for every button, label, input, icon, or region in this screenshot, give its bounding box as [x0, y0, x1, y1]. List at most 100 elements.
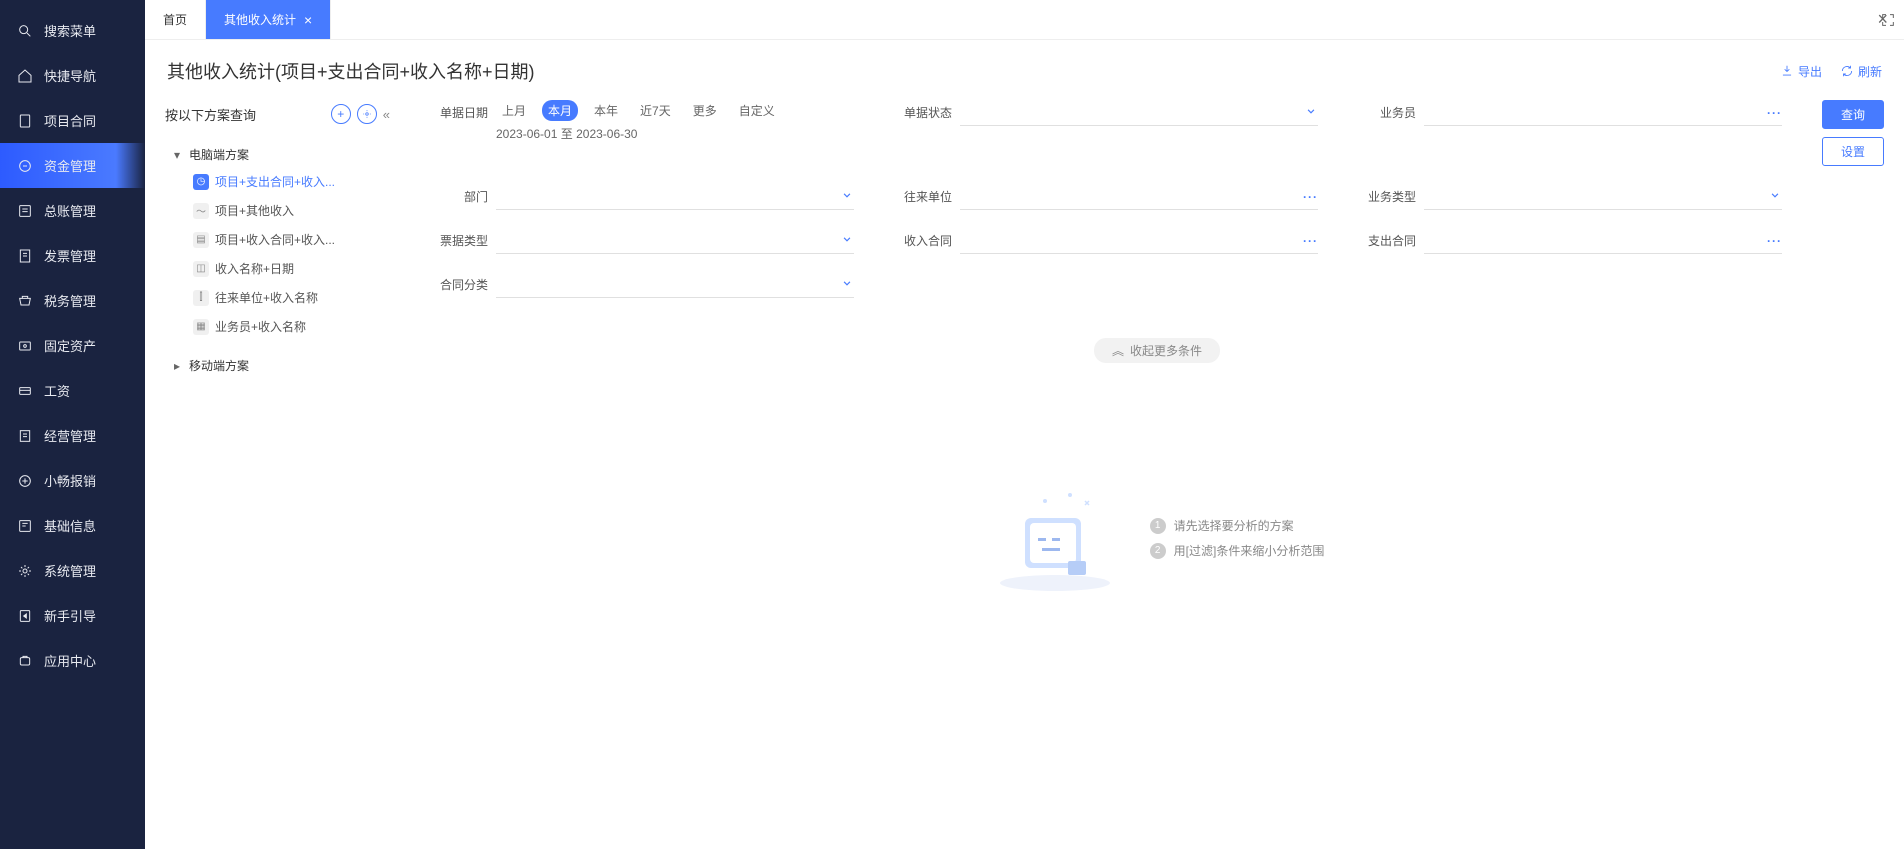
home-icon — [16, 67, 34, 85]
tab-other-income-stats[interactable]: 其他收入统计× — [206, 0, 331, 39]
chevron-down-icon — [840, 276, 854, 293]
content-area: 按以下方案查询 + « ▾电脑端方案 ◷项目+支出合同+收入... 〜项目+其他… — [145, 96, 1904, 849]
sidebar-item-project-contract[interactable]: 项目合同 — [0, 98, 145, 143]
date-tab-more[interactable]: 更多 — [687, 100, 723, 121]
filter-salesperson: 业务员 ··· — [1358, 100, 1782, 126]
biztype-select[interactable] — [1424, 184, 1782, 210]
search-icon — [16, 22, 34, 40]
filter-biztype: 业务类型 — [1358, 184, 1782, 210]
more-icon: ··· — [1767, 106, 1782, 120]
more-icon: ··· — [1303, 234, 1318, 248]
page-title: 其他收入统计(项目+支出合同+收入名称+日期) — [167, 58, 535, 84]
date-tab-custom[interactable]: 自定义 — [733, 100, 781, 121]
tree-item-scheme-3[interactable]: ◫收入名称+日期 — [165, 254, 390, 283]
partner-select[interactable]: ··· — [960, 184, 1318, 210]
date-tab-last7days[interactable]: 近7天 — [634, 100, 677, 121]
tree-item-scheme-1[interactable]: 〜项目+其他收入 — [165, 196, 390, 225]
query-button[interactable]: 查询 — [1822, 100, 1884, 129]
chevron-down-icon: ▾ — [171, 148, 183, 162]
contract-class-select[interactable] — [496, 272, 854, 298]
wallet-icon — [16, 157, 34, 175]
sidebar-item-fund-management[interactable]: 资金管理 — [0, 143, 145, 188]
chevron-down-icon — [1304, 104, 1318, 121]
filter-expense-contract: 支出合同 ··· — [1358, 228, 1782, 254]
sidebar-item-system[interactable]: 系统管理 — [0, 548, 145, 593]
fullscreen-icon[interactable] — [1880, 12, 1896, 31]
tab-bar: 首页 其他收入统计× × — [145, 0, 1904, 40]
main-area: 首页 其他收入统计× × 其他收入统计(项目+支出合同+收入名称+日期) 导出 … — [145, 0, 1904, 849]
asset-icon — [16, 337, 34, 355]
tree-item-scheme-0[interactable]: ◷项目+支出合同+收入... — [165, 167, 390, 196]
invoice-icon — [16, 247, 34, 265]
date-tab-lastmonth[interactable]: 上月 — [496, 100, 532, 121]
chart-icon: ▤ — [193, 232, 209, 248]
empty-placeholder: 1请先选择要分析的方案 2用[过滤]条件来缩小分析范围 — [430, 483, 1884, 593]
filter-status: 单据状态 — [894, 100, 1318, 126]
filter-partner: 往来单位 ··· — [894, 184, 1318, 210]
sidebar-item-guide[interactable]: 新手引导 — [0, 593, 145, 638]
sidebar-item-expense[interactable]: 小畅报销 — [0, 458, 145, 503]
refresh-button[interactable]: 刷新 — [1840, 63, 1882, 80]
more-icon: ··· — [1767, 234, 1782, 248]
expense-contract-select[interactable]: ··· — [1424, 228, 1782, 254]
status-select[interactable] — [960, 100, 1318, 126]
sidebar-item-search[interactable]: 搜索菜单 — [0, 8, 145, 53]
info-icon — [16, 517, 34, 535]
date-tab-thisyear[interactable]: 本年 — [588, 100, 624, 121]
export-button[interactable]: 导出 — [1780, 63, 1822, 80]
tree-group-mobile[interactable]: ▸移动端方案 — [165, 353, 390, 378]
placeholder-step-1: 1请先选择要分析的方案 — [1150, 517, 1325, 534]
chevron-down-icon — [840, 232, 854, 249]
collapse-filters-button[interactable]: ︽收起更多条件 — [1094, 338, 1220, 363]
placeholder-illustration — [990, 483, 1120, 593]
chart-icon: ◫ — [193, 261, 209, 277]
sidebar-item-salary[interactable]: 工资 — [0, 368, 145, 413]
chart-icon: ◷ — [193, 174, 209, 190]
settings-button[interactable]: 设置 — [1822, 137, 1884, 166]
close-icon[interactable]: × — [304, 12, 312, 28]
salary-icon — [16, 382, 34, 400]
appcenter-icon — [16, 652, 34, 670]
sidebar-item-base-info[interactable]: 基础信息 — [0, 503, 145, 548]
collapse-tree-button[interactable]: « — [383, 107, 390, 122]
tree-group-desktop[interactable]: ▾电脑端方案 — [165, 142, 390, 167]
sidebar: 搜索菜单 快捷导航 项目合同 资金管理 总账管理 发票管理 税务管理 固定资产 … — [0, 0, 145, 849]
sidebar-item-business-mgmt[interactable]: 经营管理 — [0, 413, 145, 458]
chevron-up-icon: ︽ — [1112, 342, 1124, 359]
tax-icon — [16, 292, 34, 310]
chart-icon: 〜 — [193, 203, 209, 219]
sidebar-item-appcenter[interactable]: 应用中心 — [0, 638, 145, 683]
add-scheme-button[interactable]: + — [331, 104, 351, 124]
salesperson-select[interactable]: ··· — [1424, 100, 1782, 126]
income-contract-select[interactable]: ··· — [960, 228, 1318, 254]
filter-contract-class: 合同分类 — [430, 272, 854, 298]
chevron-down-icon — [1768, 188, 1782, 205]
biz-icon — [16, 427, 34, 445]
chart-icon: ⫿ — [193, 290, 209, 306]
sidebar-item-general-ledger[interactable]: 总账管理 — [0, 188, 145, 233]
sidebar-item-fixed-asset[interactable]: 固定资产 — [0, 323, 145, 368]
sidebar-item-tax[interactable]: 税务管理 — [0, 278, 145, 323]
filter-tickettype: 票据类型 — [430, 228, 854, 254]
chevron-right-icon: ▸ — [171, 359, 183, 373]
dept-select[interactable] — [496, 184, 854, 210]
tree-item-scheme-2[interactable]: ▤项目+收入合同+收入... — [165, 225, 390, 254]
placeholder-step-2: 2用[过滤]条件来缩小分析范围 — [1150, 542, 1325, 559]
filter-income-contract: 收入合同 ··· — [894, 228, 1318, 254]
tickettype-select[interactable] — [496, 228, 854, 254]
scheme-tree-panel: 按以下方案查询 + « ▾电脑端方案 ◷项目+支出合同+收入... 〜项目+其他… — [165, 96, 390, 849]
scheme-settings-button[interactable] — [357, 104, 377, 124]
tree-item-scheme-5[interactable]: ▦业务员+收入名称 — [165, 312, 390, 341]
tree-item-scheme-4[interactable]: ⫿往来单位+收入名称 — [165, 283, 390, 312]
tab-home[interactable]: 首页 — [145, 0, 206, 39]
sidebar-item-invoice[interactable]: 发票管理 — [0, 233, 145, 278]
ledger-icon — [16, 202, 34, 220]
date-tab-thismonth[interactable]: 本月 — [542, 100, 578, 121]
page-header: 其他收入统计(项目+支出合同+收入名称+日期) 导出 刷新 — [145, 40, 1904, 96]
chart-icon: ▦ — [193, 319, 209, 335]
filter-dept: 部门 — [430, 184, 854, 210]
system-icon — [16, 562, 34, 580]
sidebar-item-quicknav[interactable]: 快捷导航 — [0, 53, 145, 98]
filter-date: 单据日期 上月 本月 本年 近7天 更多 自定义 2023-06-01 至 20… — [430, 100, 854, 142]
tree-head-label: 按以下方案查询 — [165, 105, 256, 124]
